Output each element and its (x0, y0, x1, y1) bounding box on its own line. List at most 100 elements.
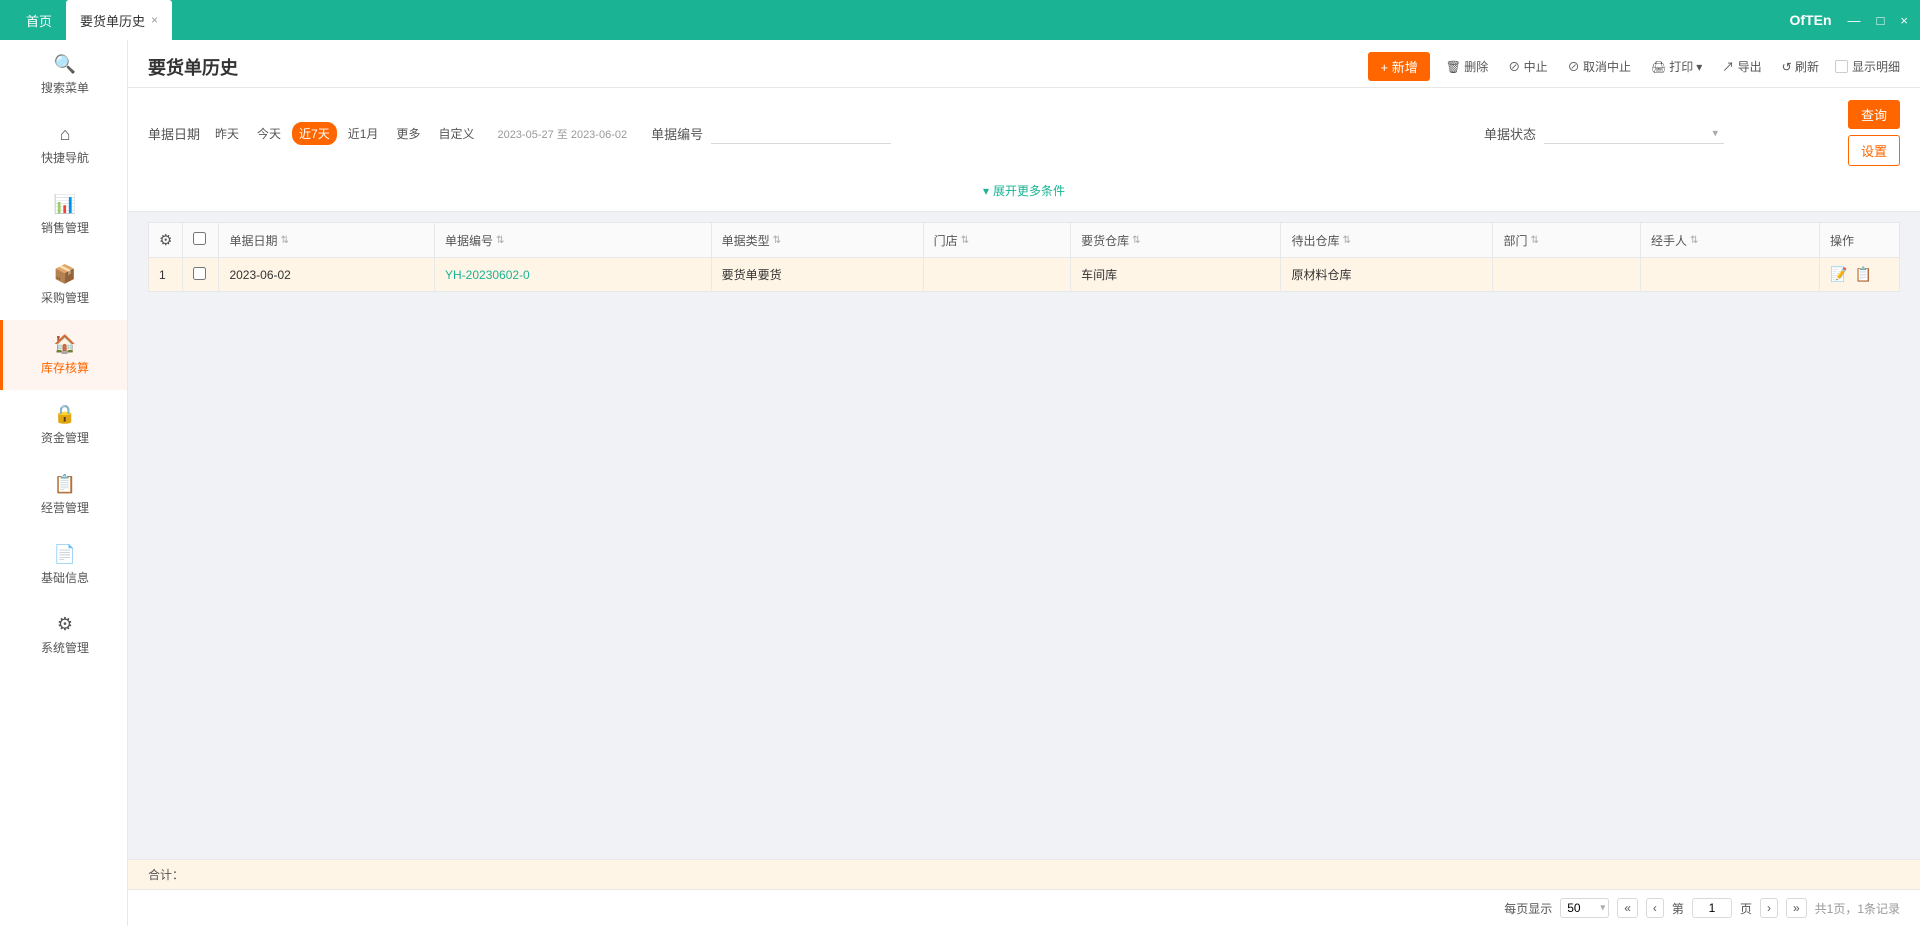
docnum-filter-label: 单据编号 (651, 124, 703, 143)
sidebar-item-inventory[interactable]: 🏠 库存核算 (0, 320, 127, 390)
date-btn-more[interactable]: 更多 (389, 122, 427, 145)
prev-page-btn[interactable]: ‹ (1646, 898, 1664, 918)
stop-button[interactable]: ⊘ 中止 (1504, 58, 1551, 75)
th-department-sort[interactable]: 部门 ⇅ (1503, 232, 1630, 249)
th-doctype-sort[interactable]: 单据类型 ⇅ (722, 232, 913, 249)
row-edit-btn[interactable]: 📝 (1830, 266, 1847, 282)
sidebar-item-purchase-mgmt[interactable]: 📦 采购管理 (0, 250, 127, 320)
date-btn-today[interactable]: 今天 (250, 122, 288, 145)
date-btn-1month[interactable]: 近1月 (341, 122, 386, 145)
docstatus-select-wrap (1544, 122, 1724, 144)
delete-button[interactable]: 🗑 删除 (1442, 58, 1493, 75)
cancel-stop-button[interactable]: ⊘ 取消中止 (1564, 58, 1635, 75)
date-btn-7days[interactable]: 近7天 (292, 122, 337, 145)
th-department: 部门 ⇅ (1493, 223, 1641, 258)
total-info: 共1页，1条记录 (1815, 900, 1900, 917)
tab-active[interactable]: 要货单历史 × (66, 0, 172, 40)
sidebar-item-system-mgmt[interactable]: ⚙ 系统管理 (0, 600, 127, 670)
table-area: ⚙ 单据日期 ⇅ (128, 212, 1920, 859)
window-maximize-btn[interactable]: □ (1877, 13, 1885, 28)
th-pendingwarehouse-sort[interactable]: 待出仓库 ⇅ (1291, 232, 1482, 249)
tab-home-label: 首页 (26, 11, 52, 30)
next-page-btn[interactable]: › (1760, 898, 1778, 918)
th-docdate-sort[interactable]: 单据日期 ⇅ (229, 232, 424, 249)
system-mgmt-icon: ⚙ (57, 614, 73, 635)
display-detail-checkbox[interactable] (1835, 60, 1848, 73)
inventory-icon: 🏠 (54, 334, 76, 355)
docstatus-filter-group: 单据状态 (1484, 122, 1724, 144)
date-range-text: 2023-05-27 至 2023-06-02 (497, 126, 627, 142)
th-pendingwarehouse: 待出仓库 ⇅ (1281, 223, 1493, 258)
th-store: 门店 ⇅ (923, 223, 1071, 258)
brand-label: OfTEn (1790, 12, 1832, 28)
filter-area: 单据日期 昨天 今天 近7天 近1月 更多 自定义 2023-05-27 至 2… (128, 88, 1920, 212)
th-handler-sort[interactable]: 经手人 ⇅ (1651, 232, 1809, 249)
expand-more-label: 展开更多条件 (993, 182, 1065, 199)
docstatus-select[interactable] (1544, 122, 1724, 144)
sidebar-label-system-mgmt: 系统管理 (41, 639, 89, 656)
last-page-btn[interactable]: » (1786, 898, 1807, 918)
date-filter-btns: 昨天 今天 近7天 近1月 更多 自定义 (208, 122, 481, 145)
sidebar-item-ops-mgmt[interactable]: 📋 经营管理 (0, 460, 127, 530)
finance-mgmt-icon: 🔒 (54, 404, 76, 425)
column-settings-icon[interactable]: ⚙ (159, 232, 172, 249)
quick-nav-icon: ⌂ (60, 124, 71, 145)
tab-active-label: 要货单历史 (80, 11, 145, 30)
ops-mgmt-icon: 📋 (54, 474, 76, 495)
sort-doctype-icon: ⇅ (773, 235, 781, 246)
sidebar-item-finance-mgmt[interactable]: 🔒 资金管理 (0, 390, 127, 460)
sort-reqwarehouse-icon: ⇅ (1132, 235, 1140, 246)
print-icon: 🖨 (1651, 60, 1666, 74)
sidebar-label-finance-mgmt: 资金管理 (41, 429, 89, 446)
export-button[interactable]: ↗ 导出 (1718, 58, 1765, 75)
th-docnum: 单据编号 ⇅ (435, 223, 712, 258)
refresh-button[interactable]: ↺ 刷新 (1778, 58, 1823, 75)
docnum-link[interactable]: YH-20230602-0 (445, 268, 530, 282)
sidebar-item-quick-nav[interactable]: ⌂ 快捷导航 (0, 110, 127, 180)
expand-more-btn[interactable]: ▾ 展开更多条件 (983, 182, 1065, 199)
date-btn-yesterday[interactable]: 昨天 (208, 122, 246, 145)
row-checkbox[interactable] (193, 267, 206, 280)
th-checkbox (183, 223, 219, 258)
page-header: 要货单历史 + 新增 🗑 删除 ⊘ 中止 ⊘ 取消中止 🖨 打印 ▾ ↗ 导出 … (128, 40, 1920, 88)
filter-row: 单据日期 昨天 今天 近7天 近1月 更多 自定义 2023-05-27 至 2… (148, 100, 1900, 166)
th-doctype: 单据类型 ⇅ (711, 223, 923, 258)
cell-index: 1 (149, 258, 183, 292)
row-detail-btn[interactable]: 📋 (1855, 266, 1872, 282)
th-store-sort[interactable]: 门店 ⇅ (934, 232, 1061, 249)
purchase-mgmt-icon: 📦 (54, 264, 76, 285)
window-minimize-btn[interactable]: — (1848, 13, 1861, 28)
sidebar-item-basic-info[interactable]: 📄 基础信息 (0, 530, 127, 600)
sidebar-label-purchase-mgmt: 采购管理 (41, 289, 89, 306)
tab-close-icon[interactable]: × (151, 13, 158, 27)
tab-home[interactable]: 首页 (12, 0, 66, 40)
th-docnum-sort[interactable]: 单据编号 ⇅ (445, 232, 701, 249)
cell-store (923, 258, 1071, 292)
first-page-btn[interactable]: « (1617, 898, 1638, 918)
window-close-btn[interactable]: × (1900, 13, 1908, 28)
select-all-checkbox[interactable] (193, 232, 206, 245)
sales-mgmt-icon: 📊 (54, 194, 76, 215)
date-btn-custom[interactable]: 自定义 (431, 122, 481, 145)
date-filter-label: 单据日期 (148, 124, 200, 143)
th-reqwarehouse: 要货仓库 ⇅ (1071, 223, 1281, 258)
top-bar-right: OfTEn — □ × (1782, 12, 1908, 28)
print-button[interactable]: 🖨 打印 ▾ (1647, 58, 1706, 75)
sidebar-item-search-menu[interactable]: 🔍 搜索菜单 (0, 40, 127, 110)
sort-docnum-icon: ⇅ (496, 235, 504, 246)
per-page-label: 每页显示 (1504, 900, 1552, 917)
cell-doctype: 要货单要货 (711, 258, 923, 292)
th-handler: 经手人 ⇅ (1641, 223, 1820, 258)
page-input[interactable] (1692, 898, 1732, 918)
docnum-filter-input[interactable] (711, 122, 891, 144)
new-button[interactable]: + 新增 (1368, 52, 1429, 81)
page-label: 第 (1672, 900, 1684, 917)
sort-pendingwarehouse-icon: ⇅ (1343, 235, 1351, 246)
settings-button[interactable]: 设置 (1848, 135, 1900, 166)
display-detail-toggle[interactable]: 显示明细 (1835, 58, 1900, 75)
display-detail-label: 显示明细 (1852, 58, 1900, 75)
sidebar-item-sales-mgmt[interactable]: 📊 销售管理 (0, 180, 127, 250)
th-reqwarehouse-sort[interactable]: 要货仓库 ⇅ (1081, 232, 1270, 249)
per-page-select[interactable]: 20 50 100 200 (1560, 898, 1609, 918)
query-button[interactable]: 查询 (1848, 100, 1900, 129)
